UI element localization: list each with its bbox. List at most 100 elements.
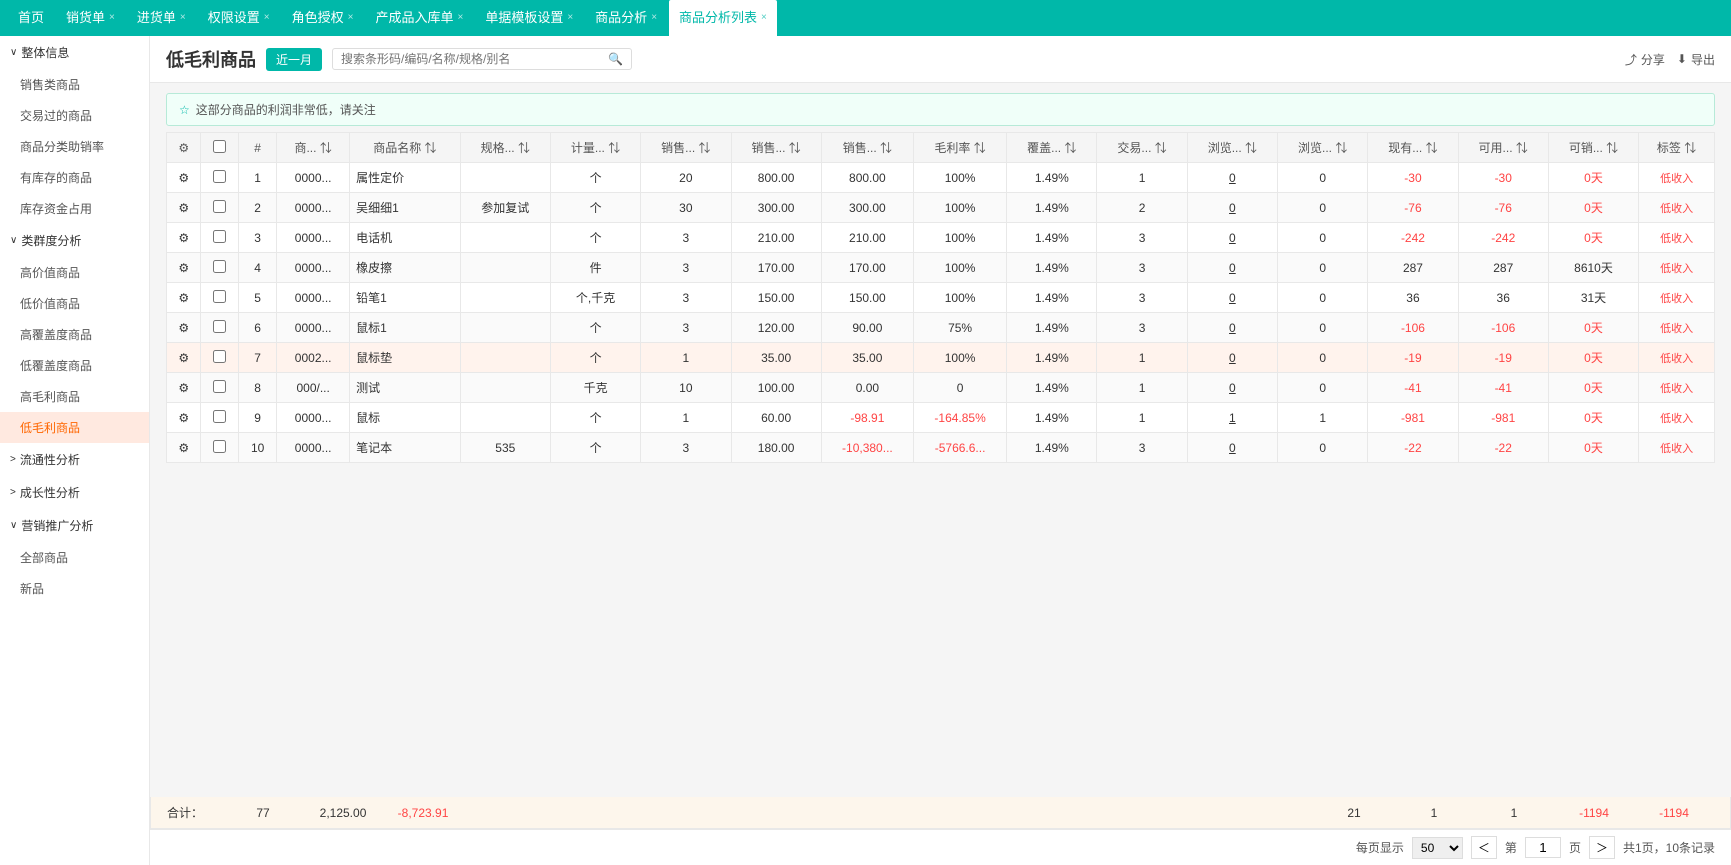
sort-icon-spec[interactable]: ⇅ xyxy=(515,141,530,155)
row-views1[interactable]: 0 xyxy=(1229,231,1236,245)
row-views1[interactable]: 0 xyxy=(1229,261,1236,275)
row-checkbox-3[interactable] xyxy=(213,260,226,273)
row-views1[interactable]: 0 xyxy=(1229,171,1236,185)
sidebar-group-整体信息[interactable]: ∨整体信息 xyxy=(0,36,149,69)
sidebar-item-商品分类助销率[interactable]: 商品分类助销率 xyxy=(0,131,149,162)
sidebar-item-新品[interactable]: 新品 xyxy=(0,573,149,604)
close-icon[interactable]: × xyxy=(651,0,657,36)
row-checkbox-1[interactable] xyxy=(213,200,226,213)
settings-icon[interactable]: ⚙ xyxy=(178,141,189,155)
row-sales-amount: 35.00 xyxy=(761,351,791,365)
sort-icon-views2[interactable]: ⇅ xyxy=(1332,141,1347,155)
row-sales-profit: 90.00 xyxy=(852,321,882,335)
row-checkbox-5[interactable] xyxy=(213,320,226,333)
row-settings-icon[interactable]: ⚙ xyxy=(178,351,189,365)
sort-icon-transaction[interactable]: ⇅ xyxy=(1151,141,1166,155)
sort-icon-sellable_days[interactable]: ⇅ xyxy=(1603,141,1618,155)
filter-button[interactable]: 近一月 xyxy=(266,48,322,71)
nav-item-进货单[interactable]: 进货单 × xyxy=(127,0,196,36)
sort-icon-code[interactable]: ⇅ xyxy=(316,141,331,155)
row-sales-amount: 300.00 xyxy=(758,201,795,215)
sort-icon-gross_margin[interactable]: ⇅ xyxy=(970,141,985,155)
select-all-checkbox[interactable] xyxy=(213,140,226,153)
share-button[interactable]: ⤴ 分享 xyxy=(1625,51,1665,68)
row-views1[interactable]: 0 xyxy=(1229,441,1236,455)
sidebar-item-销售类商品[interactable]: 销售类商品 xyxy=(0,69,149,100)
close-icon[interactable]: × xyxy=(109,0,115,36)
search-icon[interactable]: 🔍 xyxy=(608,52,623,66)
row-views2: 1 xyxy=(1319,411,1326,425)
close-icon[interactable]: × xyxy=(567,0,573,36)
row-checkbox-8[interactable] xyxy=(213,410,226,423)
sidebar-item-高覆盖度商品[interactable]: 高覆盖度商品 xyxy=(0,319,149,350)
row-settings-icon[interactable]: ⚙ xyxy=(178,441,189,455)
close-icon[interactable]: × xyxy=(761,0,767,36)
row-settings-icon[interactable]: ⚙ xyxy=(178,261,189,275)
col-header-settings[interactable]: ⚙ xyxy=(167,133,201,163)
row-checkbox-0[interactable] xyxy=(213,170,226,183)
close-icon[interactable]: × xyxy=(348,0,354,36)
nav-item-销货单[interactable]: 销货单 × xyxy=(56,0,125,36)
row-views1[interactable]: 1 xyxy=(1229,411,1236,425)
row-settings-icon[interactable]: ⚙ xyxy=(178,411,189,425)
sort-icon-available[interactable]: ⇅ xyxy=(1513,141,1528,155)
row-settings-icon[interactable]: ⚙ xyxy=(178,201,189,215)
sidebar-group-流通性分析[interactable]: >流通性分析 xyxy=(0,443,149,476)
close-icon[interactable]: × xyxy=(457,0,463,36)
row-views1[interactable]: 0 xyxy=(1229,291,1236,305)
sidebar-item-高价值商品[interactable]: 高价值商品 xyxy=(0,257,149,288)
row-checkbox-7[interactable] xyxy=(213,380,226,393)
sidebar-item-低覆盖度商品[interactable]: 低覆盖度商品 xyxy=(0,350,149,381)
nav-item-角色授权[interactable]: 角色授权 × xyxy=(282,0,364,36)
row-views1[interactable]: 0 xyxy=(1229,321,1236,335)
sort-icon-unit[interactable]: ⇅ xyxy=(605,141,620,155)
nav-item-商品分析[interactable]: 商品分析 × xyxy=(585,0,667,36)
sort-icon-sales_qty[interactable]: ⇅ xyxy=(695,141,710,155)
nav-item-权限设置[interactable]: 权限设置 × xyxy=(198,0,280,36)
sidebar-item-全部商品[interactable]: 全部商品 xyxy=(0,542,149,573)
row-checkbox-2[interactable] xyxy=(213,230,226,243)
nav-item-单据模板设置[interactable]: 单据模板设置 × xyxy=(475,0,583,36)
sort-icon-name[interactable]: ⇅ xyxy=(421,141,436,155)
row-settings-icon[interactable]: ⚙ xyxy=(178,291,189,305)
row-views1[interactable]: 0 xyxy=(1229,351,1236,365)
row-views1[interactable]: 0 xyxy=(1229,201,1236,215)
sidebar-group-成长性分析[interactable]: >成长性分析 xyxy=(0,476,149,509)
row-settings-icon[interactable]: ⚙ xyxy=(178,231,189,245)
sidebar-group-营销推广分析[interactable]: ∨营销推广分析 xyxy=(0,509,149,542)
export-button[interactable]: ⬇ 导出 xyxy=(1677,51,1715,68)
sort-icon-current_stock[interactable]: ⇅ xyxy=(1422,141,1437,155)
sort-icon-sales_profit[interactable]: ⇅ xyxy=(877,141,892,155)
sidebar-item-低毛利商品[interactable]: 低毛利商品 xyxy=(0,412,149,443)
close-icon[interactable]: × xyxy=(264,0,270,36)
per-page-select[interactable]: 50 20 100 xyxy=(1412,837,1463,859)
row-checkbox-6[interactable] xyxy=(213,350,226,363)
sort-icon-coverage[interactable]: ⇅ xyxy=(1061,141,1076,155)
sidebar-item-高毛利商品[interactable]: 高毛利商品 xyxy=(0,381,149,412)
prev-page-button[interactable]: ＜ xyxy=(1471,836,1497,859)
row-checkbox-9[interactable] xyxy=(213,440,226,453)
row-checkbox-4[interactable] xyxy=(213,290,226,303)
col-header-coverage: 覆盖... ⇅ xyxy=(1007,133,1097,163)
close-icon[interactable]: × xyxy=(180,0,186,36)
search-input[interactable] xyxy=(341,52,603,66)
col-header-check[interactable] xyxy=(201,133,239,163)
row-settings-icon[interactable]: ⚙ xyxy=(178,171,189,185)
sidebar-item-有库存的商品[interactable]: 有库存的商品 xyxy=(0,162,149,193)
nav-item-首页[interactable]: 首页 xyxy=(8,0,54,36)
sort-icon-tag[interactable]: ⇅ xyxy=(1681,141,1696,155)
sort-icon-sales_amount[interactable]: ⇅ xyxy=(785,141,800,155)
row-settings-icon[interactable]: ⚙ xyxy=(178,381,189,395)
nav-item-产成品入库单[interactable]: 产成品入库单 × xyxy=(365,0,473,36)
row-settings-icon[interactable]: ⚙ xyxy=(178,321,189,335)
next-page-button[interactable]: ＞ xyxy=(1589,836,1615,859)
nav-item-商品分析列表[interactable]: 商品分析列表 × xyxy=(669,0,777,36)
sort-icon-views1[interactable]: ⇅ xyxy=(1242,141,1257,155)
row-views1[interactable]: 0 xyxy=(1229,381,1236,395)
sidebar-item-低价值商品[interactable]: 低价值商品 xyxy=(0,288,149,319)
sidebar-group-类群度分析[interactable]: ∨类群度分析 xyxy=(0,224,149,257)
page-input[interactable] xyxy=(1525,837,1561,858)
sidebar-item-交易过的商品[interactable]: 交易过的商品 xyxy=(0,100,149,131)
col-header-current_stock: 现有... ⇅ xyxy=(1368,133,1458,163)
sidebar-item-库存资金占用[interactable]: 库存资金占用 xyxy=(0,193,149,224)
